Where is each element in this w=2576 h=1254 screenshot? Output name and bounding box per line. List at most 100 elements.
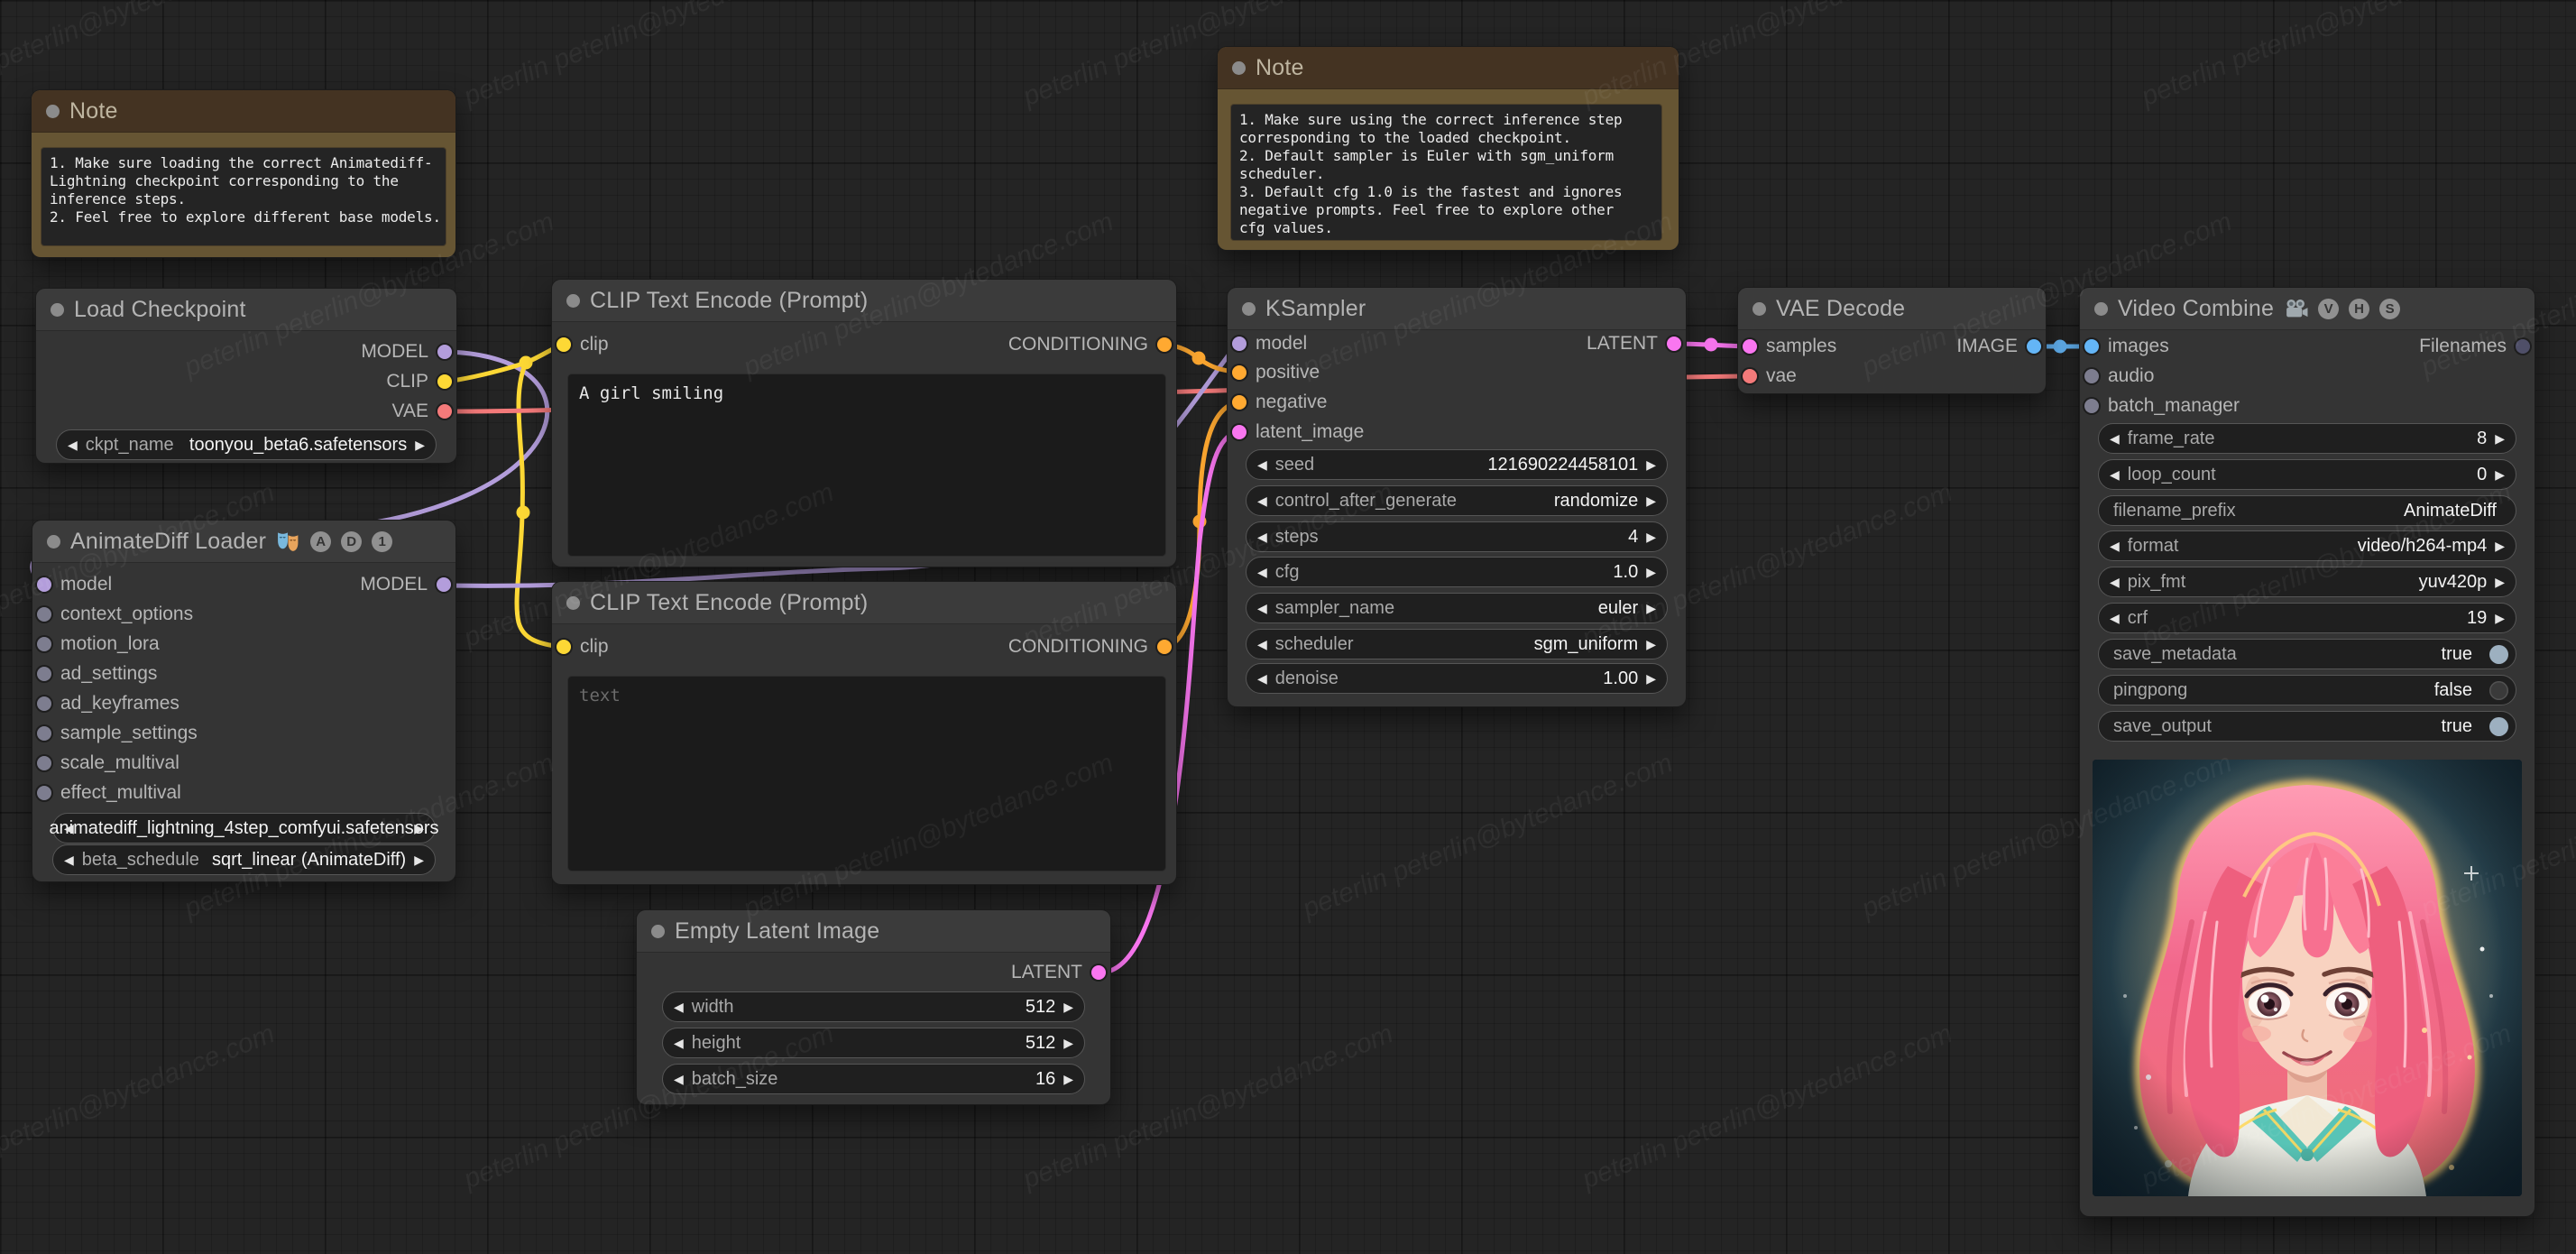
increment-arrow-icon[interactable]: ▶ — [2495, 468, 2505, 481]
increment-arrow-icon[interactable]: ▶ — [2495, 432, 2505, 445]
increment-arrow-icon[interactable]: ▶ — [1646, 530, 1656, 543]
widget-seed[interactable]: ◀ seed 121690224458101 ▶ — [1246, 449, 1668, 480]
input-positive[interactable]: positive — [1232, 362, 1320, 383]
widget-control_after_generate[interactable]: ◀ control_after_generate randomize ▶ — [1246, 485, 1668, 516]
increment-arrow-icon[interactable]: ▶ — [1646, 494, 1656, 507]
input-model[interactable]: model — [1232, 333, 1307, 354]
output-model[interactable]: MODEL — [361, 341, 452, 362]
input-motion_lora[interactable]: motion_lora — [37, 633, 160, 654]
node-header-empty-latent-image[interactable]: Empty Latent Image — [637, 910, 1110, 953]
input-effect_multival[interactable]: effect_multival — [37, 782, 181, 803]
input-dot-motion_lora[interactable] — [37, 637, 51, 651]
input-dot-vae[interactable] — [1743, 369, 1757, 383]
output-dot-conditioning[interactable] — [1157, 640, 1172, 654]
increment-arrow-icon[interactable]: ▶ — [2495, 576, 2505, 588]
widget-batch_size[interactable]: ◀ batch_size 16 ▶ — [662, 1064, 1085, 1094]
collapse-dot[interactable] — [1232, 60, 1246, 75]
increment-arrow-icon[interactable]: ▶ — [2495, 612, 2505, 624]
increment-arrow-icon[interactable]: ▶ — [414, 853, 424, 866]
prompt-textarea[interactable]: A girl smiling — [568, 374, 1165, 556]
decrement-arrow-icon[interactable]: ◀ — [1257, 458, 1267, 471]
decrement-arrow-icon[interactable]: ◀ — [1257, 566, 1267, 578]
decrement-arrow-icon[interactable]: ◀ — [1257, 494, 1267, 507]
note-text[interactable]: 1. Make sure loading the correct Animate… — [41, 148, 446, 245]
input-dot-context_options[interactable] — [37, 607, 51, 622]
widget-beta_schedule[interactable]: ◀ beta_schedule sqrt_linear (AnimateDiff) ▶ — [52, 844, 436, 875]
output-dot-clip[interactable] — [437, 374, 452, 389]
node-header-load-checkpoint[interactable]: Load Checkpoint — [36, 289, 456, 331]
widget-scheduler[interactable]: ◀ scheduler sgm_uniform ▶ — [1246, 629, 1668, 659]
widget-sampler_name[interactable]: ◀ sampler_name euler ▶ — [1246, 593, 1668, 623]
input-clip[interactable]: clip — [557, 636, 609, 657]
input-dot-clip[interactable] — [557, 337, 571, 352]
collapse-dot[interactable] — [1242, 301, 1256, 316]
output-dot-latent[interactable] — [1667, 337, 1681, 351]
decrement-arrow-icon[interactable]: ◀ — [64, 822, 74, 834]
node-header-animatediff-loader[interactable]: AnimateDiff Loader A D 1 — [32, 521, 455, 563]
input-dot-model[interactable] — [37, 577, 51, 592]
input-sample_settings[interactable]: sample_settings — [37, 723, 198, 743]
input-dot-ad_keyframes[interactable] — [37, 696, 51, 711]
decrement-arrow-icon[interactable]: ◀ — [2110, 612, 2120, 624]
input-clip[interactable]: clip — [557, 334, 609, 355]
collapse-dot[interactable] — [2094, 301, 2108, 316]
node-header-clip-text-encode-negative[interactable]: CLIP Text Encode (Prompt) — [552, 582, 1176, 624]
output-conditioning[interactable]: CONDITIONING — [1008, 334, 1172, 355]
input-dot-batch_manager[interactable] — [2084, 399, 2099, 413]
input-dot-latent_image[interactable] — [1232, 425, 1247, 439]
input-negative[interactable]: negative — [1232, 392, 1327, 412]
increment-arrow-icon[interactable]: ▶ — [1646, 638, 1656, 650]
widget-loop_count[interactable]: ◀ loop_count 0 ▶ — [2098, 459, 2516, 490]
increment-arrow-icon[interactable]: ▶ — [414, 822, 424, 834]
widget-save_output[interactable]: save_output true — [2098, 711, 2516, 742]
widget-width[interactable]: ◀ width 512 ▶ — [662, 991, 1085, 1022]
output-dot-image[interactable] — [2027, 339, 2041, 354]
input-samples[interactable]: samples — [1743, 336, 1836, 356]
increment-arrow-icon[interactable]: ▶ — [1646, 672, 1656, 685]
toggle-circle-icon[interactable] — [2489, 716, 2508, 736]
toggle-circle-icon[interactable] — [2489, 680, 2508, 700]
decrement-arrow-icon[interactable]: ◀ — [1257, 638, 1267, 650]
input-dot-sample_settings[interactable] — [37, 726, 51, 741]
output-conditioning[interactable]: CONDITIONING — [1008, 636, 1172, 657]
output-latent[interactable]: LATENT — [1587, 333, 1681, 354]
widget-pix_fmt[interactable]: ◀ pix_fmt yuv420p ▶ — [2098, 567, 2516, 597]
node-header-video-combine[interactable]: Video Combine V H S — [2080, 288, 2535, 330]
increment-arrow-icon[interactable]: ▶ — [1063, 1000, 1073, 1013]
increment-arrow-icon[interactable]: ▶ — [415, 438, 425, 451]
output-model[interactable]: MODEL — [360, 574, 451, 595]
decrement-arrow-icon[interactable]: ◀ — [2110, 432, 2120, 445]
widget-crf[interactable]: ◀ crf 19 ▶ — [2098, 603, 2516, 633]
input-dot-effect_multival[interactable] — [37, 786, 51, 800]
input-dot-clip[interactable] — [557, 640, 571, 654]
output-latent[interactable]: LATENT — [1011, 962, 1106, 982]
widget-pingpong[interactable]: pingpong false — [2098, 675, 2516, 705]
collapse-dot[interactable] — [651, 924, 665, 938]
node-header-clip-text-encode-positive[interactable]: CLIP Text Encode (Prompt) — [552, 280, 1176, 322]
decrement-arrow-icon[interactable]: ◀ — [674, 1000, 684, 1013]
increment-arrow-icon[interactable]: ▶ — [1646, 602, 1656, 614]
decrement-arrow-icon[interactable]: ◀ — [1257, 602, 1267, 614]
input-dot-negative[interactable] — [1232, 395, 1247, 410]
input-vae[interactable]: vae — [1743, 365, 1797, 386]
input-ad_keyframes[interactable]: ad_keyframes — [37, 693, 179, 714]
input-dot-ad_settings[interactable] — [37, 667, 51, 681]
widget-steps[interactable]: ◀ steps 4 ▶ — [1246, 521, 1668, 552]
output-dot-vae[interactable] — [437, 404, 452, 419]
collapse-dot[interactable] — [566, 595, 580, 610]
output-vae[interactable]: VAE — [392, 401, 452, 421]
node-header-ksampler[interactable]: KSampler — [1228, 288, 1686, 330]
output-filenames[interactable]: Filenames — [2419, 336, 2530, 356]
input-dot-images[interactable] — [2084, 339, 2099, 354]
widget-cfg[interactable]: ◀ cfg 1.0 ▶ — [1246, 557, 1668, 587]
widget-save_metadata[interactable]: save_metadata true — [2098, 639, 2516, 669]
collapse-dot[interactable] — [46, 104, 60, 118]
widget-model-name[interactable]: ◀ animatediff_lightning_4step_comfyui.saf… — [49, 813, 439, 844]
collapse-dot[interactable] — [47, 534, 60, 549]
node-header-vae-decode[interactable]: VAE Decode — [1738, 288, 2046, 330]
collapse-dot[interactable] — [1753, 301, 1766, 316]
input-dot-scale_multival[interactable] — [37, 756, 51, 770]
input-audio[interactable]: audio — [2084, 365, 2154, 386]
output-dot-conditioning[interactable] — [1157, 337, 1172, 352]
decrement-arrow-icon[interactable]: ◀ — [2110, 468, 2120, 481]
